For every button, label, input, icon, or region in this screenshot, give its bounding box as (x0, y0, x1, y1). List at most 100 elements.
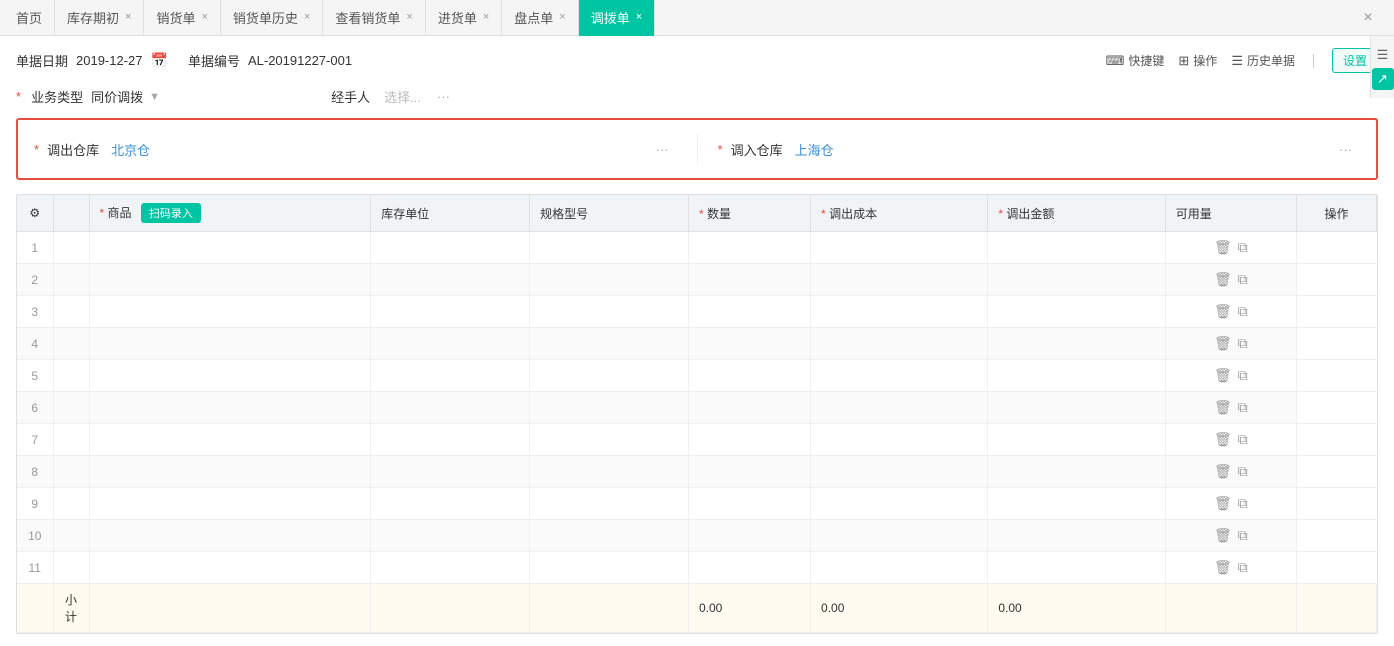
row-2-qty[interactable] (530, 264, 689, 296)
row-6-qty[interactable] (530, 392, 689, 424)
row-9-qty[interactable] (530, 488, 689, 520)
row-9-product[interactable] (53, 488, 89, 520)
number-value: AL-20191227-001 (248, 53, 352, 68)
operations-action[interactable]: ⊞ 操作 (1178, 52, 1217, 69)
row-6-product[interactable] (53, 392, 89, 424)
delete-icon-5[interactable]: 🗑 (1214, 367, 1232, 384)
tab-transfer-close[interactable]: × (636, 12, 642, 23)
scan-button[interactable]: 扫码录入 (141, 203, 201, 223)
delete-icon-1[interactable]: 🗑 (1214, 239, 1232, 256)
tab-home[interactable]: 首页 (8, 0, 55, 36)
delete-icon-10[interactable]: 🗑 (1214, 527, 1232, 544)
table-row: 3 🗑 ⧉ (17, 296, 1377, 328)
tab-stock-init[interactable]: 库存期初 × (55, 0, 144, 36)
row-10-available (988, 520, 1165, 552)
delete-icon-9[interactable]: 🗑 (1214, 495, 1232, 512)
delete-icon-7[interactable]: 🗑 (1214, 431, 1232, 448)
out-warehouse-more-icon[interactable]: ··· (648, 142, 677, 157)
table-row: 8 🗑 ⧉ (17, 456, 1377, 488)
tab-transfer[interactable]: 调拨单 × (579, 0, 655, 36)
row-9-cost[interactable] (688, 488, 810, 520)
operations-label: 操作 (1193, 52, 1217, 69)
delete-icon-11[interactable]: 🗑 (1214, 559, 1232, 576)
row-3-cost[interactable] (688, 296, 810, 328)
delete-icon-2[interactable]: 🗑 (1214, 271, 1232, 288)
delete-icon-4[interactable]: 🗑 (1214, 335, 1232, 352)
tab-inventory-label: 盘点单 (514, 8, 553, 27)
row-5-cost[interactable] (688, 360, 810, 392)
row-11-qty[interactable] (530, 552, 689, 584)
in-warehouse-value[interactable]: 上海仓 (795, 140, 834, 159)
row-10-cost[interactable] (688, 520, 810, 552)
row-4-cost[interactable] (688, 328, 810, 360)
row-8-qty[interactable] (530, 456, 689, 488)
person-more-icon[interactable]: ··· (429, 89, 458, 104)
tab-sales-history[interactable]: 销货单历史 × (221, 0, 323, 36)
in-warehouse-more-icon[interactable]: ··· (1331, 142, 1360, 157)
business-type-select[interactable]: 同价调拨 ▼ (91, 87, 291, 106)
row-11-product[interactable] (53, 552, 89, 584)
row-7-qty[interactable] (530, 424, 689, 456)
delete-icon-6[interactable]: 🗑 (1214, 399, 1232, 416)
window-close-button[interactable]: × (1350, 0, 1386, 36)
copy-icon-11[interactable]: ⧉ (1238, 559, 1248, 576)
copy-icon-2[interactable]: ⧉ (1238, 271, 1248, 288)
tab-sales-close[interactable]: × (201, 12, 207, 23)
table-body: 1 🗑 ⧉ (17, 232, 1377, 633)
person-field: 经手人 选择... ··· (331, 87, 458, 106)
tab-inventory[interactable]: 盘点单 × (502, 0, 578, 36)
row-8-spec (371, 456, 530, 488)
row-5-qty[interactable] (530, 360, 689, 392)
row-4-qty[interactable] (530, 328, 689, 360)
row-3-product[interactable] (53, 296, 89, 328)
out-warehouse-value[interactable]: 北京仓 (111, 140, 150, 159)
history-action[interactable]: ☰ 历史单据 (1231, 52, 1295, 69)
row-4-product[interactable] (53, 328, 89, 360)
shortcuts-action[interactable]: ⌨ 快捷键 (1106, 52, 1165, 69)
row-10-product[interactable] (53, 520, 89, 552)
copy-icon-4[interactable]: ⧉ (1238, 335, 1248, 352)
delete-icon-3[interactable]: 🗑 (1214, 303, 1232, 320)
row-6-cost[interactable] (688, 392, 810, 424)
row-11-spec (371, 552, 530, 584)
tab-purchase[interactable]: 进货单 × (426, 0, 502, 36)
copy-icon-5[interactable]: ⧉ (1238, 367, 1248, 384)
tab-inventory-close[interactable]: × (559, 12, 565, 23)
copy-icon-10[interactable]: ⧉ (1238, 527, 1248, 544)
tab-view-sales[interactable]: 查看销货单 × (323, 0, 425, 36)
copy-icon-1[interactable]: ⧉ (1238, 239, 1248, 256)
date-value[interactable]: 2019-12-27 (76, 53, 143, 68)
th-gear[interactable]: ⚙ (17, 195, 53, 232)
calendar-icon[interactable]: 📅 (151, 52, 168, 69)
row-11-cost[interactable] (688, 552, 810, 584)
copy-icon-3[interactable]: ⧉ (1238, 303, 1248, 320)
row-3-qty[interactable] (530, 296, 689, 328)
tab-stock-init-close[interactable]: × (125, 12, 131, 23)
tab-view-sales-close[interactable]: × (406, 12, 412, 23)
row-1-cost[interactable] (688, 232, 810, 264)
person-input[interactable]: 选择... (384, 87, 421, 106)
tab-purchase-close[interactable]: × (483, 12, 489, 23)
row-1-qty[interactable] (530, 232, 689, 264)
table-scroll-area[interactable]: ⚙ * 商品 扫码录入 库存单位 规格型号 (17, 195, 1377, 633)
copy-icon-7[interactable]: ⧉ (1238, 431, 1248, 448)
row-7-product[interactable] (53, 424, 89, 456)
row-2-cost[interactable] (688, 264, 810, 296)
row-8-product[interactable] (53, 456, 89, 488)
copy-icon-9[interactable]: ⧉ (1238, 495, 1248, 512)
row-1-product[interactable] (53, 232, 89, 264)
tab-sales-history-close[interactable]: × (304, 12, 310, 23)
copy-icon-6[interactable]: ⧉ (1238, 399, 1248, 416)
row-8-cost[interactable] (688, 456, 810, 488)
row-5-available (988, 360, 1165, 392)
row-7-cost[interactable] (688, 424, 810, 456)
row-5-product[interactable] (53, 360, 89, 392)
row-4-amount (811, 328, 988, 360)
row-10-qty[interactable] (530, 520, 689, 552)
sidebar-list-icon[interactable]: ☰ (1372, 44, 1394, 66)
sidebar-export-icon[interactable]: ↗ (1372, 68, 1394, 90)
delete-icon-8[interactable]: 🗑 (1214, 463, 1232, 480)
tab-sales[interactable]: 销货单 × (144, 0, 220, 36)
copy-icon-8[interactable]: ⧉ (1238, 463, 1248, 480)
row-2-product[interactable] (53, 264, 89, 296)
